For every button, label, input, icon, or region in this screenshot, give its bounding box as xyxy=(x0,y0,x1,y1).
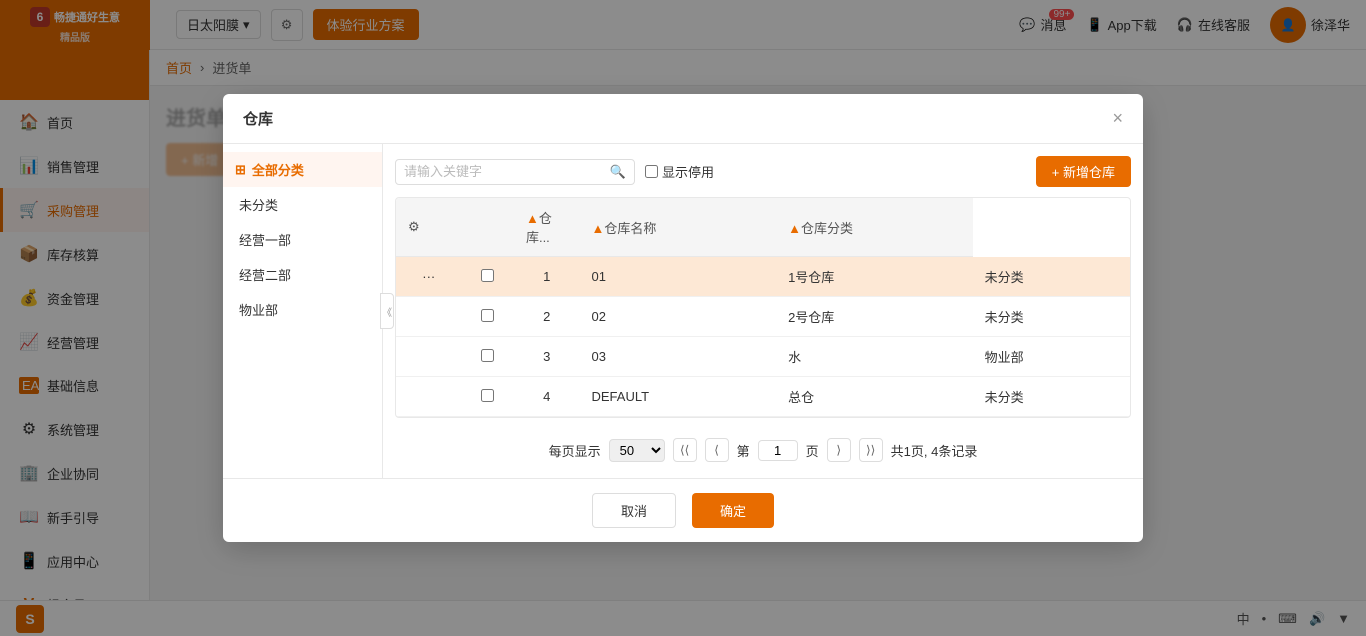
table-row[interactable]: 3 03 水 物业部 xyxy=(396,337,1130,377)
show-disabled-checkbox[interactable] xyxy=(645,165,658,178)
row-index-1: 2 xyxy=(514,297,580,337)
row-index-3: 4 xyxy=(514,377,580,417)
search-input[interactable] xyxy=(404,164,604,179)
row-check-0[interactable] xyxy=(462,257,514,297)
search-input-wrap[interactable]: 🔍 xyxy=(395,159,635,185)
row-checkbox-2[interactable] xyxy=(481,349,494,362)
category-item-1[interactable]: 经营一部 xyxy=(223,222,382,257)
row-name-1: 2号仓库 xyxy=(776,297,973,337)
row-gear-1[interactable] xyxy=(396,297,462,337)
cat-label-3: 物业部 xyxy=(239,303,278,318)
row-gear-3[interactable] xyxy=(396,377,462,417)
show-disabled-text: 显示停用 xyxy=(662,162,714,181)
page-suffix: 页 xyxy=(806,441,819,460)
row-check-3[interactable] xyxy=(462,377,514,417)
cat-label-0: 未分类 xyxy=(239,198,278,213)
row-index-2: 3 xyxy=(514,337,580,377)
modal-body: ⊞ 全部分类 未分类 经营一部 经营二部 物业部 《 xyxy=(223,144,1143,478)
last-page-icon: ⟩⟩ xyxy=(866,443,875,457)
row-name-3: 总仓 xyxy=(776,377,973,417)
first-page-button[interactable]: ⟨⟨ xyxy=(673,438,697,462)
table-header-row: ⚙ ▲仓库... ▲仓库名称 ▲仓库分类 xyxy=(396,198,1130,257)
search-icon: 🔍 xyxy=(610,164,626,180)
cat-label-1: 经营一部 xyxy=(239,233,291,248)
row-code-3: DEFAULT xyxy=(579,377,776,417)
row-check-2[interactable] xyxy=(462,337,514,377)
sort-icon-index: ▲ xyxy=(526,211,539,226)
row-gear-0[interactable]: ··· xyxy=(396,257,462,297)
category-sidebar: ⊞ 全部分类 未分类 经营一部 经营二部 物业部 《 xyxy=(223,144,383,478)
table-row[interactable]: 2 02 2号仓库 未分类 xyxy=(396,297,1130,337)
table-row[interactable]: ··· 1 01 1号仓库 未分类 xyxy=(396,257,1130,297)
modal-footer: 取消 确定 xyxy=(223,478,1143,542)
row-checkbox-0[interactable] xyxy=(481,269,494,282)
row-code-0: 01 xyxy=(579,257,776,297)
col-header-check xyxy=(462,198,514,257)
warehouse-table: ⚙ ▲仓库... ▲仓库名称 ▲仓库分类 xyxy=(395,197,1131,418)
row-code-2: 03 xyxy=(579,337,776,377)
page-number-input[interactable] xyxy=(758,440,798,461)
category-item-2[interactable]: 经营二部 xyxy=(223,257,382,292)
table: ⚙ ▲仓库... ▲仓库名称 ▲仓库分类 xyxy=(396,198,1130,417)
row-category-3: 未分类 xyxy=(973,377,1130,417)
row-check-1[interactable] xyxy=(462,297,514,337)
next-page-icon: ⟩ xyxy=(836,443,841,457)
row-gear-2[interactable] xyxy=(396,337,462,377)
sort-icon-name: ▲ xyxy=(591,221,604,236)
show-disabled-label[interactable]: 显示停用 xyxy=(645,162,714,181)
row-name-0: 1号仓库 xyxy=(776,257,973,297)
page-label: 第 xyxy=(737,441,750,460)
modal-title: 仓库 xyxy=(243,108,273,129)
col-header-gear: ⚙ xyxy=(396,198,462,257)
modal-header: 仓库 × xyxy=(223,94,1143,144)
first-page-icon: ⟨⟨ xyxy=(680,443,689,457)
pagination: 每页显示 50 10 20 100 ⟨⟨ ⟨ 第 页 xyxy=(395,428,1131,466)
col-header-category[interactable]: ▲仓库分类 xyxy=(776,198,973,257)
category-all[interactable]: ⊞ 全部分类 xyxy=(223,152,382,187)
grid-icon: ⊞ xyxy=(235,162,246,178)
row-index-0: 1 xyxy=(514,257,580,297)
add-warehouse-button[interactable]: + 新增仓库 xyxy=(1036,156,1131,187)
col-header-name[interactable]: ▲仓库名称 xyxy=(579,198,776,257)
category-item-3[interactable]: 物业部 xyxy=(223,292,382,327)
last-page-button[interactable]: ⟩⟩ xyxy=(859,438,883,462)
modal-close-button[interactable]: × xyxy=(1112,108,1123,129)
page-size-select[interactable]: 50 10 20 100 xyxy=(609,439,665,462)
next-page-button[interactable]: ⟩ xyxy=(827,438,851,462)
cat-label-2: 经营二部 xyxy=(239,268,291,283)
cancel-button[interactable]: 取消 xyxy=(592,493,676,528)
confirm-button[interactable]: 确定 xyxy=(692,493,774,528)
row-checkbox-1[interactable] xyxy=(481,309,494,322)
chevron-left-icon: 《 xyxy=(382,304,392,319)
table-area: 🔍 显示停用 + 新增仓库 ⚙ xyxy=(383,144,1143,478)
modal-overlay: 仓库 × ⊞ 全部分类 未分类 经营一部 经营二部 xyxy=(0,0,1366,636)
table-toolbar: 🔍 显示停用 + 新增仓库 xyxy=(395,156,1131,187)
page-size-label: 每页显示 xyxy=(549,441,601,460)
warehouse-modal: 仓库 × ⊞ 全部分类 未分类 经营一部 经营二部 xyxy=(223,94,1143,542)
col-header-index[interactable]: ▲仓库... xyxy=(514,198,580,257)
prev-page-icon: ⟨ xyxy=(714,443,719,457)
row-code-1: 02 xyxy=(579,297,776,337)
sort-icon-category: ▲ xyxy=(788,221,801,236)
row-category-1: 未分类 xyxy=(973,297,1130,337)
prev-page-button[interactable]: ⟨ xyxy=(705,438,729,462)
row-checkbox-3[interactable] xyxy=(481,389,494,402)
row-category-0: 未分类 xyxy=(973,257,1130,297)
total-info: 共1页, 4条记录 xyxy=(891,441,978,460)
category-item-0[interactable]: 未分类 xyxy=(223,187,382,222)
row-name-2: 水 xyxy=(776,337,973,377)
cat-all-label: 全部分类 xyxy=(252,160,304,179)
row-category-2: 物业部 xyxy=(973,337,1130,377)
collapse-sidebar-button[interactable]: 《 xyxy=(380,293,394,329)
table-row[interactable]: 4 DEFAULT 总仓 未分类 xyxy=(396,377,1130,417)
